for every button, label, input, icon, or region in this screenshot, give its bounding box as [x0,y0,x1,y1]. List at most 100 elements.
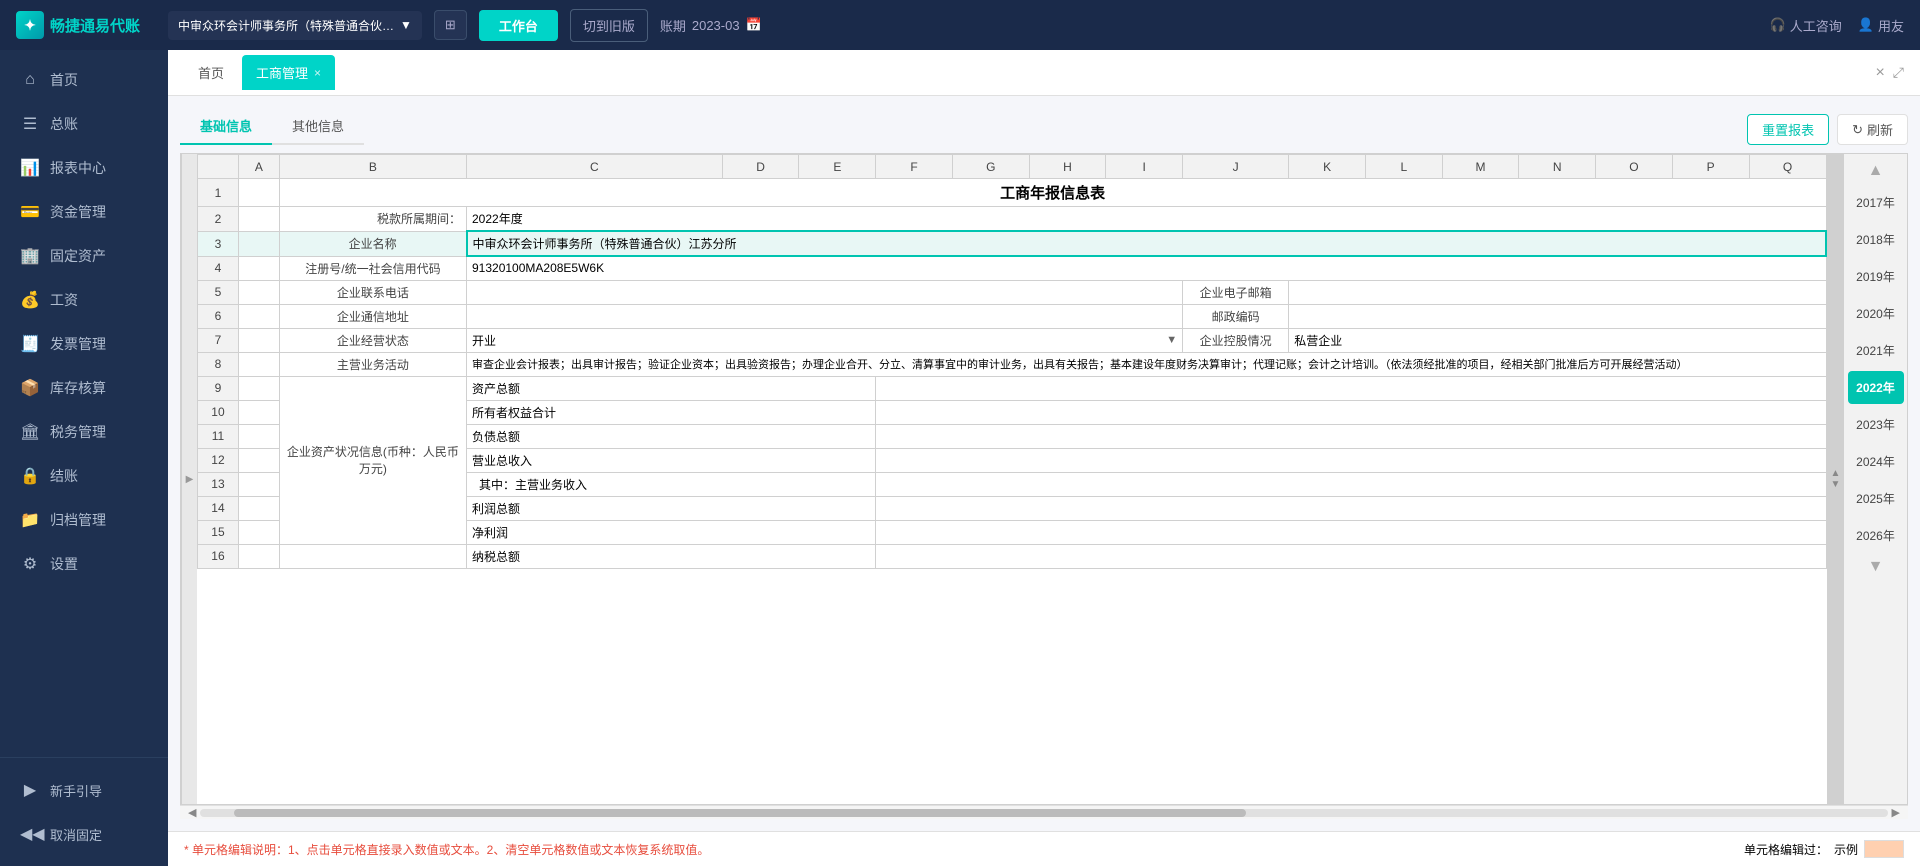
sheet-main[interactable]: A B C D E F G H I J K L [197,154,1827,804]
cell-15c[interactable]: 净利润 [467,520,876,544]
cell-14e[interactable] [876,496,1826,520]
cell-6b[interactable]: 企业通信地址 [279,304,466,328]
cell-9e[interactable] [876,376,1826,400]
cell-8a[interactable] [238,352,279,376]
sub-tab-other[interactable]: 其他信息 [272,108,364,145]
cell-12e[interactable] [876,448,1826,472]
cell-5b[interactable]: 企业联系电话 [279,280,466,304]
cell-9b[interactable]: 企业资产状况信息(币种：人民币万元) [279,376,466,544]
year-2020[interactable]: 2020年 [1848,297,1904,330]
sidebar-item-report[interactable]: 📊 报表中心 [0,146,168,190]
support-button[interactable]: 🎧 人工咨询 [1770,16,1842,35]
cell-15a[interactable] [238,520,279,544]
tab-close-icon[interactable]: × [314,66,321,80]
h-scroll-bar[interactable]: ◀ ▶ [180,805,1908,819]
cell-13a[interactable] [238,472,279,496]
cell-15e[interactable] [876,520,1826,544]
cell-5k[interactable] [1289,280,1826,304]
cell-5a[interactable] [238,280,279,304]
sidebar-item-settings[interactable]: ⚙ 设置 [0,542,168,586]
sidebar-item-newbie[interactable]: ▶ 新手引导 [0,768,168,812]
year-2021[interactable]: 2021年 [1848,334,1904,367]
cell-3c[interactable]: 中审众环会计师事务所（特殊普通合伙）江苏分所 [467,231,1827,256]
year-2024[interactable]: 2024年 [1848,445,1904,478]
year-2022[interactable]: 2022年 [1848,371,1904,404]
window-expand-icon[interactable]: ⤢ [1893,64,1904,81]
cell-6k[interactable] [1289,304,1826,328]
cell-2a[interactable] [238,207,279,232]
cell-10c[interactable]: 所有者权益合计 [467,400,876,424]
year-2019[interactable]: 2019年 [1848,260,1904,293]
cell-14c[interactable]: 利润总额 [467,496,876,520]
sidebar-item-inventory[interactable]: 📦 库存核算 [0,366,168,410]
year-2017[interactable]: 2017年 [1848,186,1904,219]
cell-2b[interactable]: 税款所属期间： [279,207,466,232]
reset-btn[interactable]: 重置报表 [1747,114,1829,145]
h-scroll-track[interactable] [200,809,1887,817]
window-close-icon[interactable]: × [1875,64,1884,82]
cell-7j[interactable]: 企业控股情况 [1183,328,1289,352]
cell-5j[interactable]: 企业电子邮箱 [1183,280,1289,304]
cell-2c[interactable]: 2022年度 [467,207,1827,232]
cell-7k[interactable]: 私营企业 [1289,328,1826,352]
sub-tab-basic[interactable]: 基础信息 [180,108,272,145]
sidebar-item-invoice[interactable]: 🧾 发票管理 [0,322,168,366]
tab-home[interactable]: 首页 [184,55,238,90]
cell-9c[interactable]: 资产总额 [467,376,876,400]
h-scroll-thumb[interactable] [234,809,1246,817]
cell-6a[interactable] [238,304,279,328]
scroll-left-btn[interactable]: ◀ [184,806,200,819]
workbench-button[interactable]: 工作台 [479,10,558,41]
panel-toggle-right[interactable]: ▲▼ [1827,154,1843,804]
cell-title[interactable]: 工商年报信息表 [279,179,1826,207]
year-2018[interactable]: 2018年 [1848,223,1904,256]
cell-7a[interactable] [238,328,279,352]
cell-8c[interactable]: 审查企业会计报表；出具审计报告；验证企业资本；出具验资报告；办理企业合开、分立、… [467,352,1827,376]
cell-1a[interactable] [238,179,279,207]
cell-10e[interactable] [876,400,1826,424]
cell-16e[interactable] [876,544,1826,568]
sidebar-item-home[interactable]: ⌂ 首页 [0,58,168,102]
sidebar-item-salary[interactable]: 💰 工资 [0,278,168,322]
calendar-icon[interactable]: 📅 [746,17,762,33]
cell-16b[interactable] [279,544,466,568]
sidebar-item-finance[interactable]: 💳 资金管理 [0,190,168,234]
sidebar-item-ledger[interactable]: ☰ 总账 [0,102,168,146]
cell-7b[interactable]: 企业经营状态 [279,328,466,352]
cell-16c[interactable]: 纳税总额 [467,544,876,568]
sidebar-item-close[interactable]: 🔒 结账 [0,454,168,498]
cell-7c[interactable]: 开业 ▼ [467,328,1183,352]
year-2025[interactable]: 2025年 [1848,482,1904,515]
sidebar-item-unpin[interactable]: ◀◀ 取消固定 [0,812,168,856]
cell-9a[interactable] [238,376,279,400]
cell-4a[interactable] [238,256,279,280]
cell-14a[interactable] [238,496,279,520]
year-scroll-down[interactable]: ▼ [1864,554,1888,580]
year-2026[interactable]: 2026年 [1848,519,1904,552]
year-scroll-up[interactable]: ▲ [1864,158,1888,184]
company-selector[interactable]: 中审众环会计师事务所（特殊普通合伙… ▼ [168,11,422,40]
cell-11c[interactable]: 负债总额 [467,424,876,448]
cell-13c[interactable]: 其中：主营业务收入 [467,472,876,496]
cell-11a[interactable] [238,424,279,448]
cell-6c[interactable] [467,304,1183,328]
cell-4b[interactable]: 注册号/统一社会信用代码 [279,256,466,280]
cell-16a[interactable] [238,544,279,568]
cell-12a[interactable] [238,448,279,472]
scroll-right-btn[interactable]: ▶ [1888,806,1904,819]
cell-12c[interactable]: 营业总收入 [467,448,876,472]
cell-3b[interactable]: 企业名称 [279,231,466,256]
cell-8b[interactable]: 主营业务活动 [279,352,466,376]
cell-13e[interactable] [876,472,1826,496]
sidebar-item-tax[interactable]: 🏛 税务管理 [0,410,168,454]
tab-industry[interactable]: 工商管理 × [242,55,335,90]
dropdown-arrow[interactable]: ▼ [1166,334,1177,346]
user-button[interactable]: 👤 用友 [1858,16,1904,35]
cell-4c[interactable]: 91320100MA208E5W6K [467,256,1827,280]
year-2023[interactable]: 2023年 [1848,408,1904,441]
refresh-btn[interactable]: ↻ 刷新 [1837,114,1908,145]
cell-5c[interactable] [467,280,1183,304]
cell-3a[interactable] [238,231,279,256]
panel-toggle-left[interactable]: ▶ [181,154,197,804]
cell-10a[interactable] [238,400,279,424]
